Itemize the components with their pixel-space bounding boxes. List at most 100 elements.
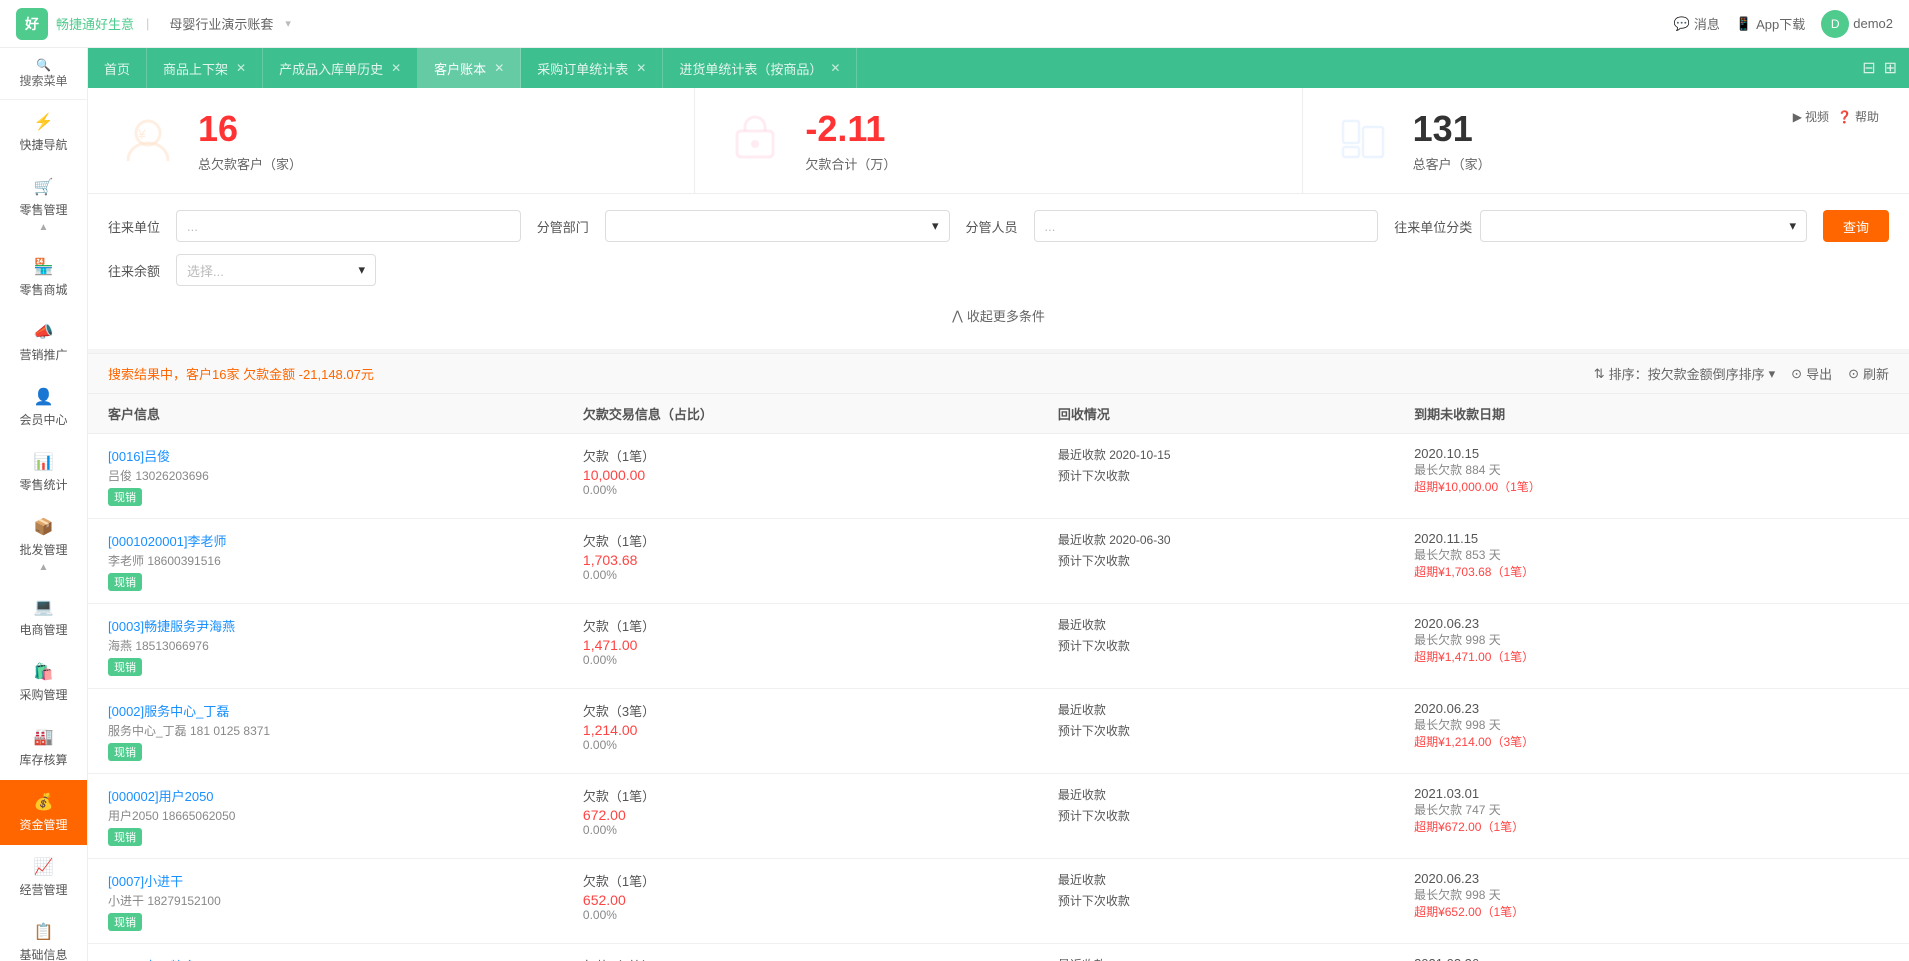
search-icon: 🔍 xyxy=(8,58,79,72)
sidebar-search[interactable]: 🔍 搜索菜单 xyxy=(0,48,87,100)
page-content: ¥ 16 总欠款客户（家） xyxy=(88,88,1909,961)
search-button[interactable]: 查询 xyxy=(1823,210,1889,242)
tab-home[interactable]: 首页 xyxy=(88,48,147,88)
overdue-link-5[interactable]: 超期¥652.00（1笔） xyxy=(1414,903,1889,920)
sidebar-item-retail-mgmt[interactable]: 🛒 零售管理 ▲ xyxy=(0,165,87,245)
sidebar-item-retail-shop[interactable]: 🏪 零售商城 xyxy=(0,245,87,310)
debt-total-label: 欠款合计（万） xyxy=(805,154,1271,173)
customer-code-3[interactable]: [0002]服务中心_丁磊 xyxy=(108,701,583,720)
debt-info-2: 欠款（1笔） 1,471.00 0.00% xyxy=(583,616,1058,667)
customer-info-0: [0016]吕俊 吕俊 13026203696 现销 xyxy=(108,446,583,506)
help-btn[interactable]: ❓ 帮助 xyxy=(1837,108,1879,125)
customer-code-4[interactable]: [000002]用户2050 xyxy=(108,786,583,805)
customer-tag-0: 现销 xyxy=(108,488,142,506)
filter-balance: 往来余额 选择... ▾ xyxy=(108,254,1889,286)
tab-incoming-stats[interactable]: 进货单统计表（按商品） ✕ xyxy=(663,48,857,88)
collection-6: 最近收款 预计下次收款 xyxy=(1058,956,1414,961)
sidebar-item-quick-nav[interactable]: ⚡ 快捷导航 xyxy=(0,100,87,165)
stat-card3-actions: ▶ 视频 ❓ 帮助 xyxy=(1793,108,1879,125)
tab-close-incoming-stats[interactable]: ✕ xyxy=(830,61,840,75)
debt-info-0: 欠款（1笔） 10,000.00 0.00% xyxy=(583,446,1058,497)
customer-code-1[interactable]: [0001020001]李老师 xyxy=(108,531,583,550)
tab-close-production-history[interactable]: ✕ xyxy=(391,61,401,75)
tab-bar-end: ⊟ ⊞ xyxy=(1850,54,1909,82)
filter-row-2: 往来余额 选择... ▾ xyxy=(108,254,1889,286)
customer-code-2[interactable]: [0003]畅捷服务尹海燕 xyxy=(108,616,583,635)
collapse-btn[interactable]: ⋀ 收起更多条件 xyxy=(108,298,1889,333)
inventory-icon: 🏭 xyxy=(34,727,54,747)
retail-stats-icon: 📊 xyxy=(34,452,54,472)
overdue-link-2[interactable]: 超期¥1,471.00（1笔） xyxy=(1414,648,1889,665)
debt-info-3: 欠款（3笔） 1,214.00 0.00% xyxy=(583,701,1058,752)
person-input[interactable]: ... xyxy=(1034,210,1379,242)
overdue-2: 2020.06.23 最长欠款 998 天 超期¥1,471.00（1笔） xyxy=(1414,616,1889,665)
tab-goods-offline[interactable]: 商品上下架 ✕ xyxy=(147,48,263,88)
sidebar-item-ops[interactable]: 📈 经营管理 xyxy=(0,845,87,910)
refresh-btn[interactable]: ⊙ 刷新 xyxy=(1848,364,1889,383)
sort-arrow[interactable]: ▾ xyxy=(1769,366,1776,382)
sidebar-item-finance[interactable]: 💰 资金管理 xyxy=(0,780,87,845)
stat-icon-debt xyxy=(725,111,785,171)
collection-2: 最近收款 预计下次收款 xyxy=(1058,616,1414,654)
stat-info-debt-total: -2.11 欠款合计（万） xyxy=(805,108,1271,173)
unit-class-select[interactable]: ▾ xyxy=(1480,210,1807,242)
ecommerce-icon: 💻 xyxy=(34,597,54,617)
table-row: [000002]用户2050 用户2050 18665062050 现销 欠款（… xyxy=(88,774,1909,859)
collection-4: 最近收款 预计下次收款 xyxy=(1058,786,1414,824)
app-download-btn[interactable]: 📱 App下载 xyxy=(1736,14,1805,33)
col-overdue: 到期未收款日期 xyxy=(1414,404,1889,423)
sidebar-item-batch-mgmt[interactable]: 📦 批发管理 ▲ xyxy=(0,505,87,585)
overdue-link-4[interactable]: 超期¥672.00（1笔） xyxy=(1414,818,1889,835)
app-icon: 📱 xyxy=(1736,16,1752,32)
table-row: [0006]去下粮仓 陈小希 现销 欠款（1笔） 455.90 0.00% 最近… xyxy=(88,944,1909,961)
tab-minimize-btn[interactable]: ⊟ xyxy=(1858,54,1879,82)
col-debt-info: 欠款交易信息（占比） xyxy=(583,404,1058,423)
collection-3: 最近收款 预计下次收款 xyxy=(1058,701,1414,739)
tab-purchase-stats[interactable]: 采购订单统计表 ✕ xyxy=(521,48,663,88)
sidebar-item-members[interactable]: 👤 会员中心 xyxy=(0,375,87,440)
tab-production-history[interactable]: 产成品入库单历史 ✕ xyxy=(263,48,418,88)
user-area[interactable]: D demo2 xyxy=(1821,10,1893,38)
stat-icon-customers: ¥ xyxy=(118,111,178,171)
tab-customer-account[interactable]: 客户账本 ✕ xyxy=(418,48,521,88)
dropdown-arrow-store[interactable]: ▾ xyxy=(285,17,291,30)
debt-total-number: -2.11 xyxy=(805,108,1271,150)
overdue-link-1[interactable]: 超期¥1,703.68（1笔） xyxy=(1414,563,1889,580)
filter-row-1: 往来单位 ... 分管部门 ▾ 分管人员 xyxy=(108,210,1889,242)
customer-code-5[interactable]: [0007]小进干 xyxy=(108,871,583,890)
top-right: 💬 消息 📱 App下载 D demo2 xyxy=(1674,10,1893,38)
sidebar-item-ecommerce[interactable]: 💻 电商管理 xyxy=(0,585,87,650)
customer-code-0[interactable]: [0016]吕俊 xyxy=(108,446,583,465)
collection-0: 最近收款 2020-10-15 预计下次收款 xyxy=(1058,446,1414,484)
video-btn[interactable]: ▶ 视频 xyxy=(1793,108,1829,125)
logo-area: 好 畅捷通好生意 | 母婴行业演示账套 ▾ xyxy=(16,8,291,40)
customer-code-6[interactable]: [0006]去下粮仓 xyxy=(108,956,583,961)
tab-close-customer-account[interactable]: ✕ xyxy=(494,61,504,75)
tab-close-goods-offline[interactable]: ✕ xyxy=(236,61,246,75)
balance-select[interactable]: 选择... ▾ xyxy=(176,254,376,286)
export-btn[interactable]: ⊙ 导出 xyxy=(1791,364,1832,383)
store-name: 母婴行业演示账套 xyxy=(169,14,273,33)
sidebar-item-inventory[interactable]: 🏭 库存核算 xyxy=(0,715,87,780)
refresh-icon: ⊙ xyxy=(1848,366,1859,382)
ops-icon: 📈 xyxy=(34,857,54,877)
dept-select[interactable]: ▾ xyxy=(605,210,950,242)
sidebar-item-purchase[interactable]: 🛍️ 采购管理 xyxy=(0,650,87,715)
stat-card-debt-customers: ¥ 16 总欠款客户（家） xyxy=(88,88,695,193)
sidebar-item-retail-stats[interactable]: 📊 零售统计 xyxy=(0,440,87,505)
tab-close-purchase-stats[interactable]: ✕ xyxy=(636,61,646,75)
from-unit-input[interactable]: ... xyxy=(176,210,521,242)
sidebar-item-marketing[interactable]: 📣 营销推广 xyxy=(0,310,87,375)
stat-card-debt-total: -2.11 欠款合计（万） xyxy=(695,88,1302,193)
tab-maximize-btn[interactable]: ⊞ xyxy=(1880,54,1901,82)
help-icon: ❓ xyxy=(1837,110,1852,124)
quick-nav-icon: ⚡ xyxy=(34,112,54,132)
overdue-link-3[interactable]: 超期¥1,214.00（3笔） xyxy=(1414,733,1889,750)
unit-class-dropdown-arrow: ▾ xyxy=(1789,218,1796,234)
overdue-link-0[interactable]: 超期¥10,000.00（1笔） xyxy=(1414,478,1889,495)
message-btn[interactable]: 💬 消息 xyxy=(1674,14,1720,33)
message-icon: 💬 xyxy=(1674,16,1690,32)
overdue-5: 2020.06.23 最长欠款 998 天 超期¥652.00（1笔） xyxy=(1414,871,1889,920)
sidebar-item-basic[interactable]: 📋 基础信息 xyxy=(0,910,87,961)
stat-info-total-customers: 131 总客户（家） xyxy=(1413,108,1773,173)
